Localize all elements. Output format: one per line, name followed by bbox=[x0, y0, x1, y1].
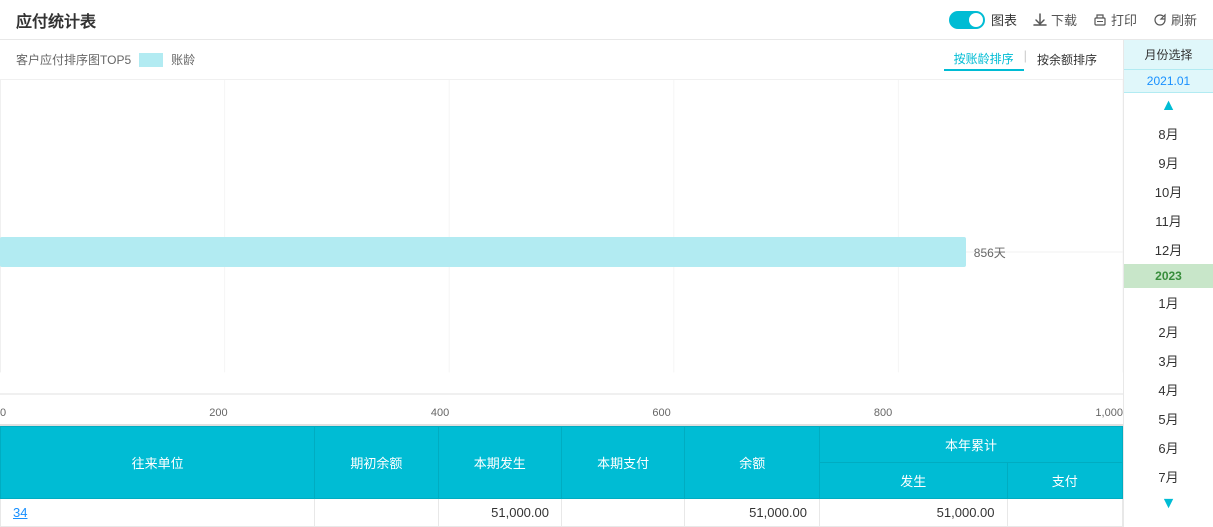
chart-section: 客户应付排序图TOP5 账龄 按账龄排序 | 按余额排序 bbox=[0, 40, 1123, 527]
sidebar-month-list: ▲ 8月 9月 10月 11月 12月 2023 1月 2月 3月 4月 5月 … bbox=[1124, 93, 1213, 527]
col-opening: 期初余额 bbox=[315, 427, 438, 499]
month-9[interactable]: 9月 bbox=[1124, 148, 1213, 177]
right-sidebar: 月份选择 2021.01 ▲ 8月 9月 10月 11月 12月 2023 1月… bbox=[1123, 40, 1213, 527]
refresh-button[interactable]: 刷新 bbox=[1153, 10, 1197, 29]
legend-text: 账龄 bbox=[171, 51, 195, 68]
toggle-label: 图表 bbox=[991, 10, 1017, 29]
chart-title: 客户应付排序图TOP5 bbox=[16, 51, 131, 68]
content-area: 客户应付排序图TOP5 账龄 按账龄排序 | 按余额排序 bbox=[0, 40, 1213, 527]
x-label-1000: 1,000 bbox=[1095, 407, 1123, 419]
legend-color-box bbox=[139, 53, 163, 67]
cell-unit: 34 bbox=[1, 499, 315, 527]
chart-header: 客户应付排序图TOP5 账龄 按账龄排序 | 按余额排序 bbox=[0, 40, 1123, 80]
cell-balance: 51,000.00 bbox=[685, 499, 820, 527]
month-4[interactable]: 4月 bbox=[1124, 375, 1213, 404]
cell-occurrence: 51,000.00 bbox=[438, 499, 561, 527]
chart-legend: 客户应付排序图TOP5 账龄 bbox=[16, 51, 195, 68]
download-icon bbox=[1033, 13, 1047, 27]
x-axis: 0 200 400 600 800 1,000 bbox=[0, 407, 1123, 419]
chart-bar bbox=[0, 237, 966, 267]
table-section: 往来单位 期初余额 本期发生 本期支付 余额 本年累计 发生 支付 bbox=[0, 424, 1123, 527]
chart-toggle[interactable]: 图表 bbox=[949, 10, 1017, 29]
month-2[interactable]: 2月 bbox=[1124, 317, 1213, 346]
unit-link[interactable]: 34 bbox=[13, 505, 27, 520]
download-button[interactable]: 下载 bbox=[1033, 10, 1077, 29]
bar-end-label: 856天 bbox=[974, 244, 1006, 261]
col-ytd: 本年累计 bbox=[820, 427, 1123, 463]
toggle-thumb bbox=[969, 13, 983, 27]
month-1[interactable]: 1月 bbox=[1124, 288, 1213, 317]
year-2023-marker: 2023 bbox=[1124, 264, 1213, 288]
bar-row: 34 856天 bbox=[0, 237, 1123, 267]
month-7[interactable]: 7月 bbox=[1124, 462, 1213, 491]
x-label-600: 600 bbox=[652, 407, 670, 419]
cell-opening bbox=[315, 499, 438, 527]
main-container: 应付统计表 图表 下载 打印 刷新 bbox=[0, 0, 1213, 527]
month-6[interactable]: 6月 bbox=[1124, 433, 1213, 462]
col-occurrence: 本期发生 bbox=[438, 427, 561, 499]
refresh-icon bbox=[1153, 13, 1167, 27]
sort-buttons: 按账龄排序 | 按余额排序 bbox=[944, 48, 1107, 71]
x-label-800: 800 bbox=[874, 407, 892, 419]
month-12[interactable]: 12月 bbox=[1124, 235, 1213, 264]
scroll-down-button[interactable]: ▼ bbox=[1124, 491, 1213, 517]
sort-by-balance-button[interactable]: 按账龄排序 bbox=[944, 48, 1024, 71]
page-title: 应付统计表 bbox=[16, 8, 96, 32]
x-label-200: 200 bbox=[209, 407, 227, 419]
month-8[interactable]: 8月 bbox=[1124, 119, 1213, 148]
cell-ytd-payment bbox=[1007, 499, 1123, 527]
col-ytd-payment: 支付 bbox=[1007, 463, 1123, 499]
sidebar-header: 月份选择 bbox=[1124, 40, 1213, 70]
month-5[interactable]: 5月 bbox=[1124, 404, 1213, 433]
cell-ytd-occurrence: 51,000.00 bbox=[820, 499, 1007, 527]
print-button[interactable]: 打印 bbox=[1093, 10, 1137, 29]
chart-body: 34 856天 0 200 400 600 800 1,000 bbox=[0, 80, 1123, 424]
x-label-0: 0 bbox=[0, 407, 6, 419]
scroll-up-button[interactable]: ▲ bbox=[1124, 93, 1213, 119]
sort-by-amount-button[interactable]: 按余额排序 bbox=[1027, 48, 1107, 71]
sidebar-year[interactable]: 2021.01 bbox=[1124, 70, 1213, 93]
col-balance: 余额 bbox=[685, 427, 820, 499]
table-row: 34 51,000.00 51,000.00 51,000.00 bbox=[1, 499, 1123, 527]
col-unit: 往来单位 bbox=[1, 427, 315, 499]
month-10[interactable]: 10月 bbox=[1124, 177, 1213, 206]
data-table: 往来单位 期初余额 本期发生 本期支付 余额 本年累计 发生 支付 bbox=[0, 426, 1123, 527]
month-11[interactable]: 11月 bbox=[1124, 206, 1213, 235]
col-payment: 本期支付 bbox=[561, 427, 684, 499]
header: 应付统计表 图表 下载 打印 刷新 bbox=[0, 0, 1213, 40]
month-3[interactable]: 3月 bbox=[1124, 346, 1213, 375]
toggle-track[interactable] bbox=[949, 11, 985, 29]
col-ytd-occurrence: 发生 bbox=[820, 463, 1007, 499]
header-actions: 图表 下载 打印 刷新 bbox=[949, 10, 1197, 29]
cell-payment bbox=[561, 499, 684, 527]
print-icon bbox=[1093, 13, 1107, 27]
x-label-400: 400 bbox=[431, 407, 449, 419]
